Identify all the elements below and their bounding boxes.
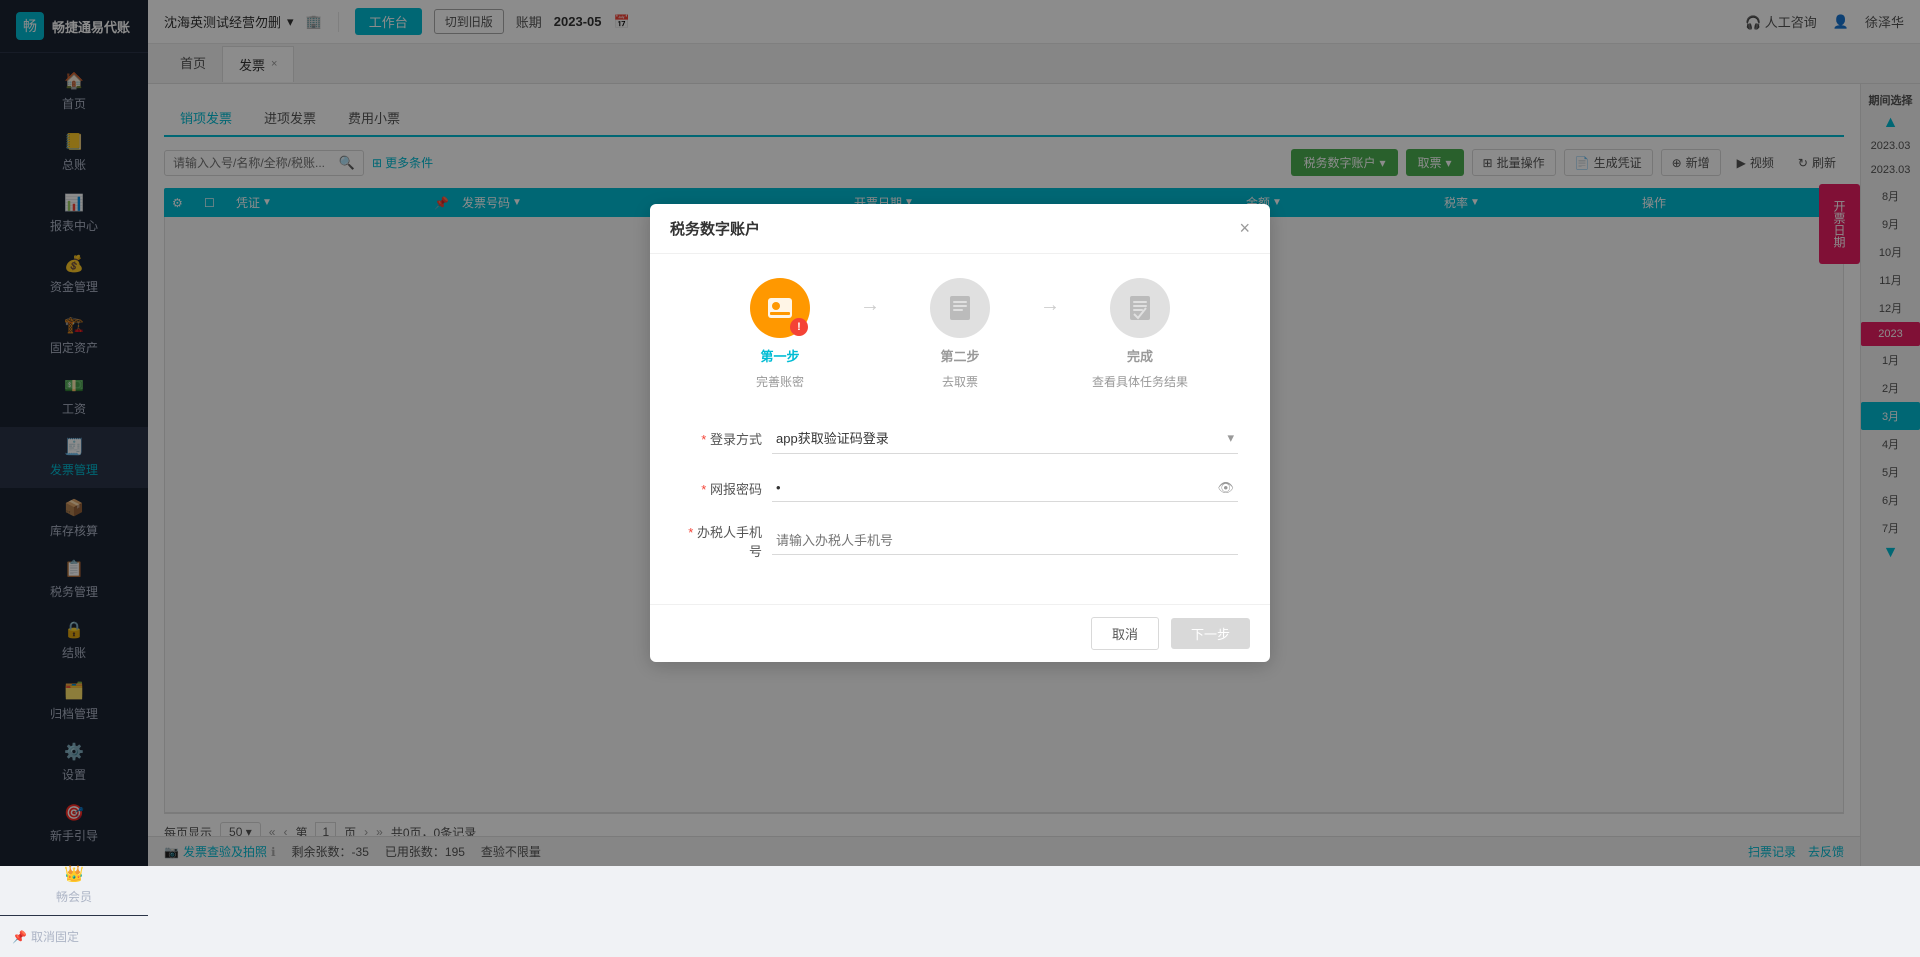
step-3-icon xyxy=(1110,278,1170,338)
modal-overlay: 税务数字账户 × ! xyxy=(0,0,1920,866)
step-1-error-badge: ! xyxy=(790,318,808,336)
modal-body: ! 第一步 完善账密 → xyxy=(650,254,1270,604)
step-1-icon-wrapper: ! xyxy=(750,278,810,338)
modal-header: 税务数字账户 × xyxy=(650,204,1270,254)
step-2-desc: 去取票 xyxy=(942,373,978,390)
pin-icon: 📌 xyxy=(12,930,27,944)
phone-row: * 办税人手机号 xyxy=(682,522,1238,560)
cancel-fixed-button[interactable]: 📌 取消固定 xyxy=(12,928,136,945)
cancel-fixed-label: 取消固定 xyxy=(31,928,79,945)
step-3-desc: 查看具体任务结果 xyxy=(1092,373,1188,390)
password-row: * 网报密码 👁 xyxy=(682,474,1238,502)
eye-icon[interactable]: 👁 xyxy=(1213,480,1238,496)
step-1: ! 第一步 完善账密 xyxy=(700,278,860,390)
chevron-down-icon: ▾ xyxy=(1227,430,1234,446)
login-method-label: * 登录方式 xyxy=(682,429,772,448)
member-icon: 👑 xyxy=(64,864,84,884)
modal-footer: 取消 下一步 xyxy=(650,604,1270,662)
modal-form: * 登录方式 app获取验证码登录 ▾ * 网报密码 xyxy=(682,422,1238,560)
password-input-wrap: 👁 xyxy=(772,474,1238,502)
login-method-control: app获取验证码登录 ▾ xyxy=(772,422,1238,454)
password-label: * 网报密码 xyxy=(682,479,772,498)
modal-close-button[interactable]: × xyxy=(1239,218,1250,239)
modal-title: 税务数字账户 xyxy=(670,218,760,239)
step-2-label: 第二步 xyxy=(940,346,979,365)
password-control: 👁 xyxy=(772,474,1238,502)
phone-input[interactable] xyxy=(772,527,1238,555)
stepper: ! 第一步 完善账密 → xyxy=(682,278,1238,390)
next-button[interactable]: 下一步 xyxy=(1171,618,1250,649)
phone-label: * 办税人手机号 xyxy=(682,522,772,560)
phone-control xyxy=(772,527,1238,555)
login-method-row: * 登录方式 app获取验证码登录 ▾ xyxy=(682,422,1238,454)
step-2: 第二步 去取票 xyxy=(880,278,1040,390)
step-3: 完成 查看具体任务结果 xyxy=(1060,278,1220,390)
step-1-desc: 完善账密 xyxy=(756,373,804,390)
tax-digital-modal: 税务数字账户 × ! xyxy=(650,204,1270,662)
step-1-label: 第一步 xyxy=(760,346,799,365)
step-2-icon xyxy=(930,278,990,338)
sidebar-bottom: 📌 取消固定 xyxy=(0,915,148,957)
login-method-select[interactable]: app获取验证码登录 ▾ xyxy=(772,422,1238,454)
sidebar-item-label: 畅会员 xyxy=(56,888,92,905)
password-input[interactable] xyxy=(772,474,1213,501)
step-arrow-1: → xyxy=(860,278,880,317)
step-3-label: 完成 xyxy=(1127,346,1153,365)
step-arrow-2: → xyxy=(1040,278,1060,317)
cancel-button[interactable]: 取消 xyxy=(1091,617,1159,650)
